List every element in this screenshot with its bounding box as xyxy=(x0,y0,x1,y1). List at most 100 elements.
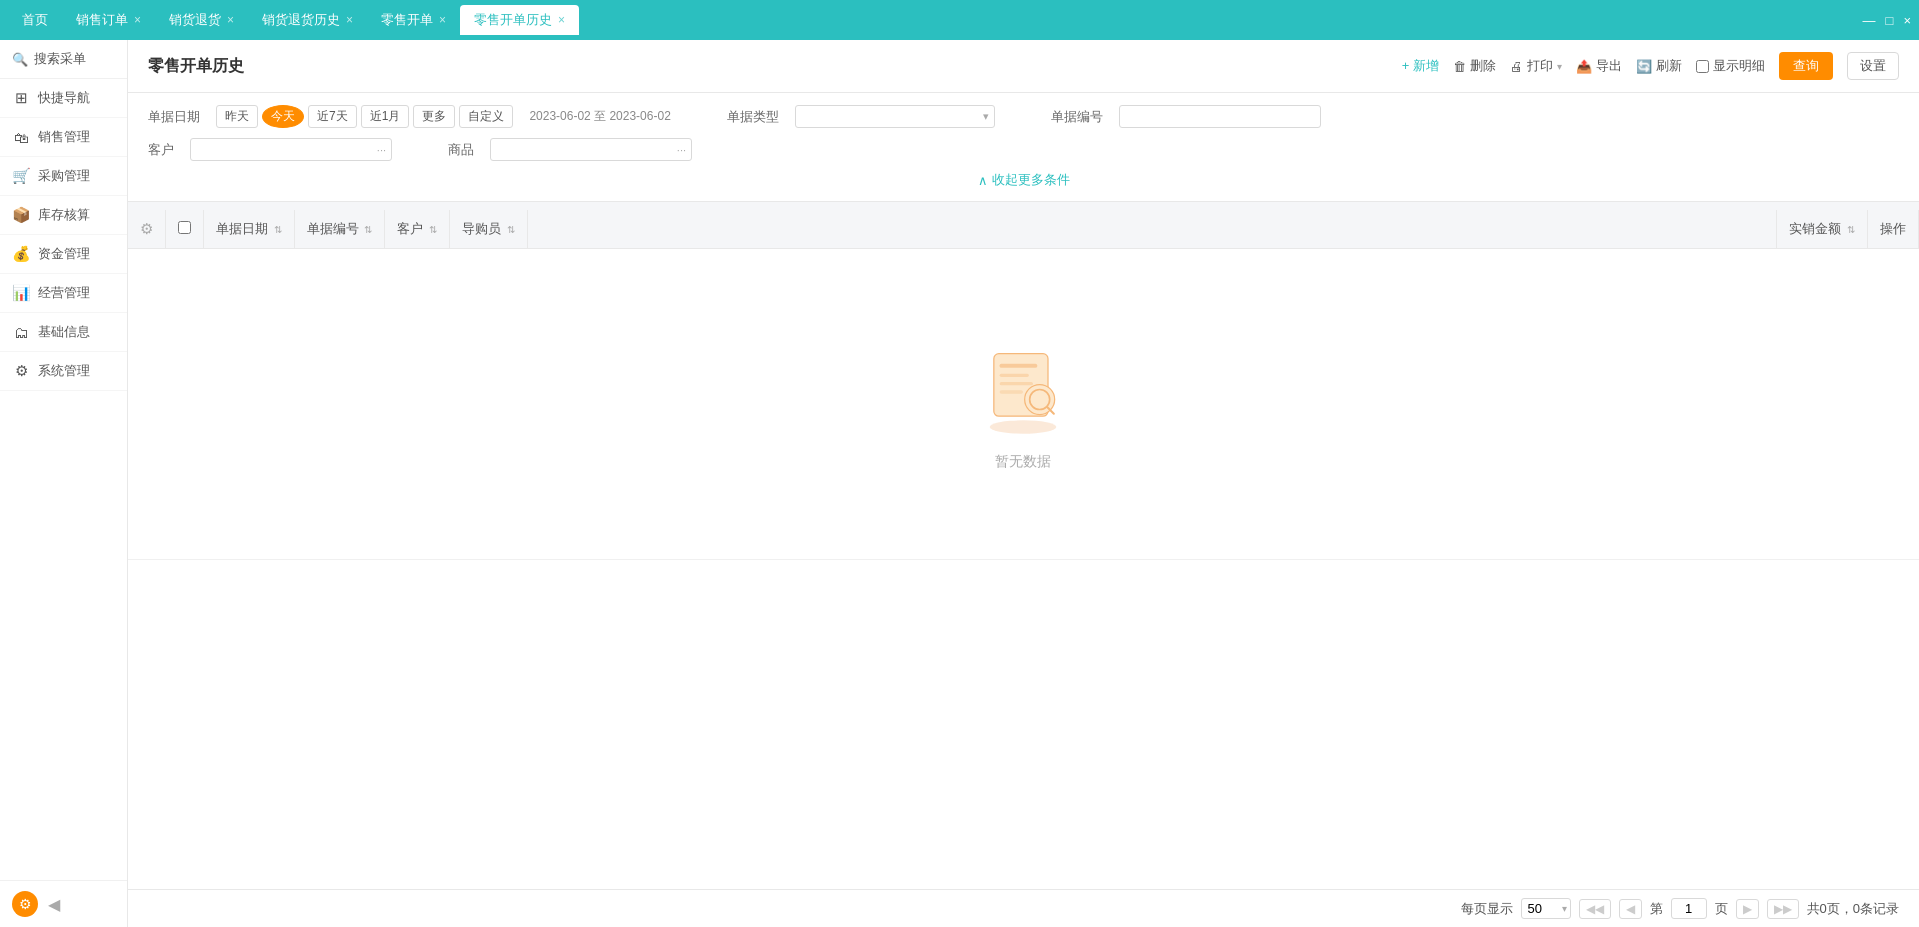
show-detail-checkbox-label[interactable]: 显示明细 xyxy=(1696,57,1765,75)
col-salesperson-sort-icon[interactable]: ⇅ xyxy=(507,224,515,235)
print-icon: 🖨 xyxy=(1510,59,1523,74)
goods-input-wrap xyxy=(490,138,692,161)
tab-sales-return-history-close[interactable]: × xyxy=(346,13,353,27)
settings-gear-button[interactable]: ⚙ xyxy=(12,891,38,917)
col-number-sort-icon[interactable]: ⇅ xyxy=(364,224,372,235)
empty-text: 暂无数据 xyxy=(995,453,1051,471)
window-close[interactable]: × xyxy=(1903,13,1911,28)
page-input[interactable] xyxy=(1671,898,1707,919)
number-filter-input[interactable] xyxy=(1119,105,1321,128)
date-filter-label: 单据日期 xyxy=(148,108,200,126)
finance-icon: 💰 xyxy=(12,245,30,263)
tab-sales-return[interactable]: 销货退货 × xyxy=(155,5,248,35)
sidebar-collapse-button[interactable]: ◀ xyxy=(48,895,60,914)
select-all-checkbox[interactable] xyxy=(178,221,191,234)
sidebar-item-sys-mgmt-label: 系统管理 xyxy=(38,362,90,380)
export-button[interactable]: 📤 导出 xyxy=(1576,57,1622,75)
search-icon: 🔍 xyxy=(12,52,28,67)
operations-icon: 📊 xyxy=(12,284,30,302)
filter-date-buttons: 昨天 今天 近7天 近1月 更多 自定义 xyxy=(216,105,513,128)
tab-retail-open-label: 零售开单 xyxy=(381,11,433,29)
goods-filter-label: 商品 xyxy=(448,141,474,159)
table-body: 暂无数据 xyxy=(128,249,1919,560)
col-action-label: 操作 xyxy=(1880,221,1906,236)
tab-sales-order-close[interactable]: × xyxy=(134,13,141,27)
window-minimize[interactable]: — xyxy=(1863,13,1876,28)
tab-retail-open[interactable]: 零售开单 × xyxy=(367,5,460,35)
sidebar-item-sys-mgmt[interactable]: ⚙ 系统管理 xyxy=(0,352,127,391)
next-page-button[interactable]: ▶ xyxy=(1736,899,1759,919)
collapse-link[interactable]: ∧ 收起更多条件 xyxy=(978,171,1070,189)
filter-row-2: 客户 商品 xyxy=(148,138,1899,161)
col-salesperson: 导购员 ⇅ xyxy=(449,210,527,249)
sidebar-search[interactable]: 🔍 搜索采单 xyxy=(0,40,127,79)
col-customer-label: 客户 xyxy=(397,221,423,236)
sidebar-item-operations[interactable]: 📊 经营管理 xyxy=(0,274,127,313)
date-btn-7days[interactable]: 近7天 xyxy=(308,105,357,128)
tab-retail-open-close[interactable]: × xyxy=(439,13,446,27)
tab-retail-history-close[interactable]: × xyxy=(558,13,565,27)
tab-home[interactable]: 首页 xyxy=(8,5,62,35)
col-customer-sort-icon[interactable]: ⇅ xyxy=(429,224,437,235)
col-spacer xyxy=(527,210,1777,249)
sidebar-item-sales-mgmt[interactable]: 🛍 销售管理 xyxy=(0,118,127,157)
query-button[interactable]: 查询 xyxy=(1779,52,1833,80)
tab-sales-order[interactable]: 销售订单 × xyxy=(62,5,155,35)
sidebar-item-purchase-mgmt[interactable]: 🛒 采购管理 xyxy=(0,157,127,196)
sidebar-item-base-info-label: 基础信息 xyxy=(38,323,90,341)
date-btn-more[interactable]: 更多 xyxy=(413,105,455,128)
refresh-button[interactable]: 🔄 刷新 xyxy=(1636,57,1682,75)
sidebar-item-finance[interactable]: 💰 资金管理 xyxy=(0,235,127,274)
date-btn-1month[interactable]: 近1月 xyxy=(361,105,410,128)
sidebar-item-base-info[interactable]: 🗂 基础信息 xyxy=(0,313,127,352)
settings-button[interactable]: 设置 xyxy=(1847,52,1899,80)
customer-filter-input[interactable] xyxy=(190,138,392,161)
purchase-icon: 🛒 xyxy=(12,167,30,185)
column-settings-icon[interactable]: ⚙ xyxy=(140,220,153,237)
type-select-wrap xyxy=(795,105,995,128)
col-number: 单据编号 ⇅ xyxy=(294,210,385,249)
tab-retail-history-label: 零售开单历史 xyxy=(474,11,552,29)
content-area: 零售开单历史 + 新增 🗑 删除 🖨 打印 ▾ 📤 导出 🔄 xyxy=(128,40,1919,927)
sidebar-search-label: 搜索采单 xyxy=(34,50,86,68)
col-date-sort-icon[interactable]: ⇅ xyxy=(274,224,282,235)
window-maximize[interactable]: □ xyxy=(1886,13,1894,28)
tab-sales-return-close[interactable]: × xyxy=(227,13,234,27)
number-filter-label: 单据编号 xyxy=(1051,108,1103,126)
page-title: 零售开单历史 xyxy=(148,56,244,77)
goods-filter-input[interactable] xyxy=(490,138,692,161)
tab-retail-history[interactable]: 零售开单历史 × xyxy=(460,5,579,35)
col-customer: 客户 ⇅ xyxy=(385,210,450,249)
date-btn-today[interactable]: 今天 xyxy=(262,105,304,128)
last-page-button[interactable]: ▶▶ xyxy=(1767,899,1799,919)
col-amount-sort-icon[interactable]: ⇅ xyxy=(1847,224,1855,235)
per-page-label: 每页显示 xyxy=(1461,900,1513,918)
show-detail-checkbox[interactable] xyxy=(1696,60,1709,73)
add-button[interactable]: + 新增 xyxy=(1402,57,1439,75)
print-button[interactable]: 🖨 打印 ▾ xyxy=(1510,57,1562,75)
toolbar: + 新增 🗑 删除 🖨 打印 ▾ 📤 导出 🔄 刷新 xyxy=(1402,52,1899,80)
delete-button[interactable]: 🗑 删除 xyxy=(1453,57,1496,75)
empty-row: 暂无数据 xyxy=(128,249,1919,560)
date-btn-custom[interactable]: 自定义 xyxy=(459,105,513,128)
tab-sales-return-label: 销货退货 xyxy=(169,11,221,29)
col-amount: 实销金额 ⇅ xyxy=(1777,210,1868,249)
window-controls: — □ × xyxy=(1863,13,1911,28)
customer-filter-label: 客户 xyxy=(148,141,174,159)
sidebar-item-inventory[interactable]: 📦 库存核算 xyxy=(0,196,127,235)
svg-point-0 xyxy=(990,420,1057,433)
customer-input-wrap xyxy=(190,138,392,161)
prev-page-button[interactable]: ◀ xyxy=(1619,899,1642,919)
sidebar-item-quick-nav[interactable]: ⊞ 快捷导航 xyxy=(0,79,127,118)
date-btn-yesterday[interactable]: 昨天 xyxy=(216,105,258,128)
sidebar-item-finance-label: 资金管理 xyxy=(38,245,90,263)
per-page-select[interactable]: 10 20 50 100 xyxy=(1521,898,1571,919)
col-amount-label: 实销金额 xyxy=(1789,221,1841,236)
refresh-icon: 🔄 xyxy=(1636,59,1652,74)
col-checkbox xyxy=(166,210,204,249)
main-layout: 🔍 搜索采单 ⊞ 快捷导航 🛍 销售管理 🛒 采购管理 📦 库存核算 💰 资金管… xyxy=(0,40,1919,927)
tab-sales-return-history[interactable]: 销货退货历史 × xyxy=(248,5,367,35)
first-page-button[interactable]: ◀◀ xyxy=(1579,899,1611,919)
filter-row-1: 单据日期 昨天 今天 近7天 近1月 更多 自定义 2023-06-02 至 2… xyxy=(148,105,1899,128)
type-select[interactable] xyxy=(795,105,995,128)
